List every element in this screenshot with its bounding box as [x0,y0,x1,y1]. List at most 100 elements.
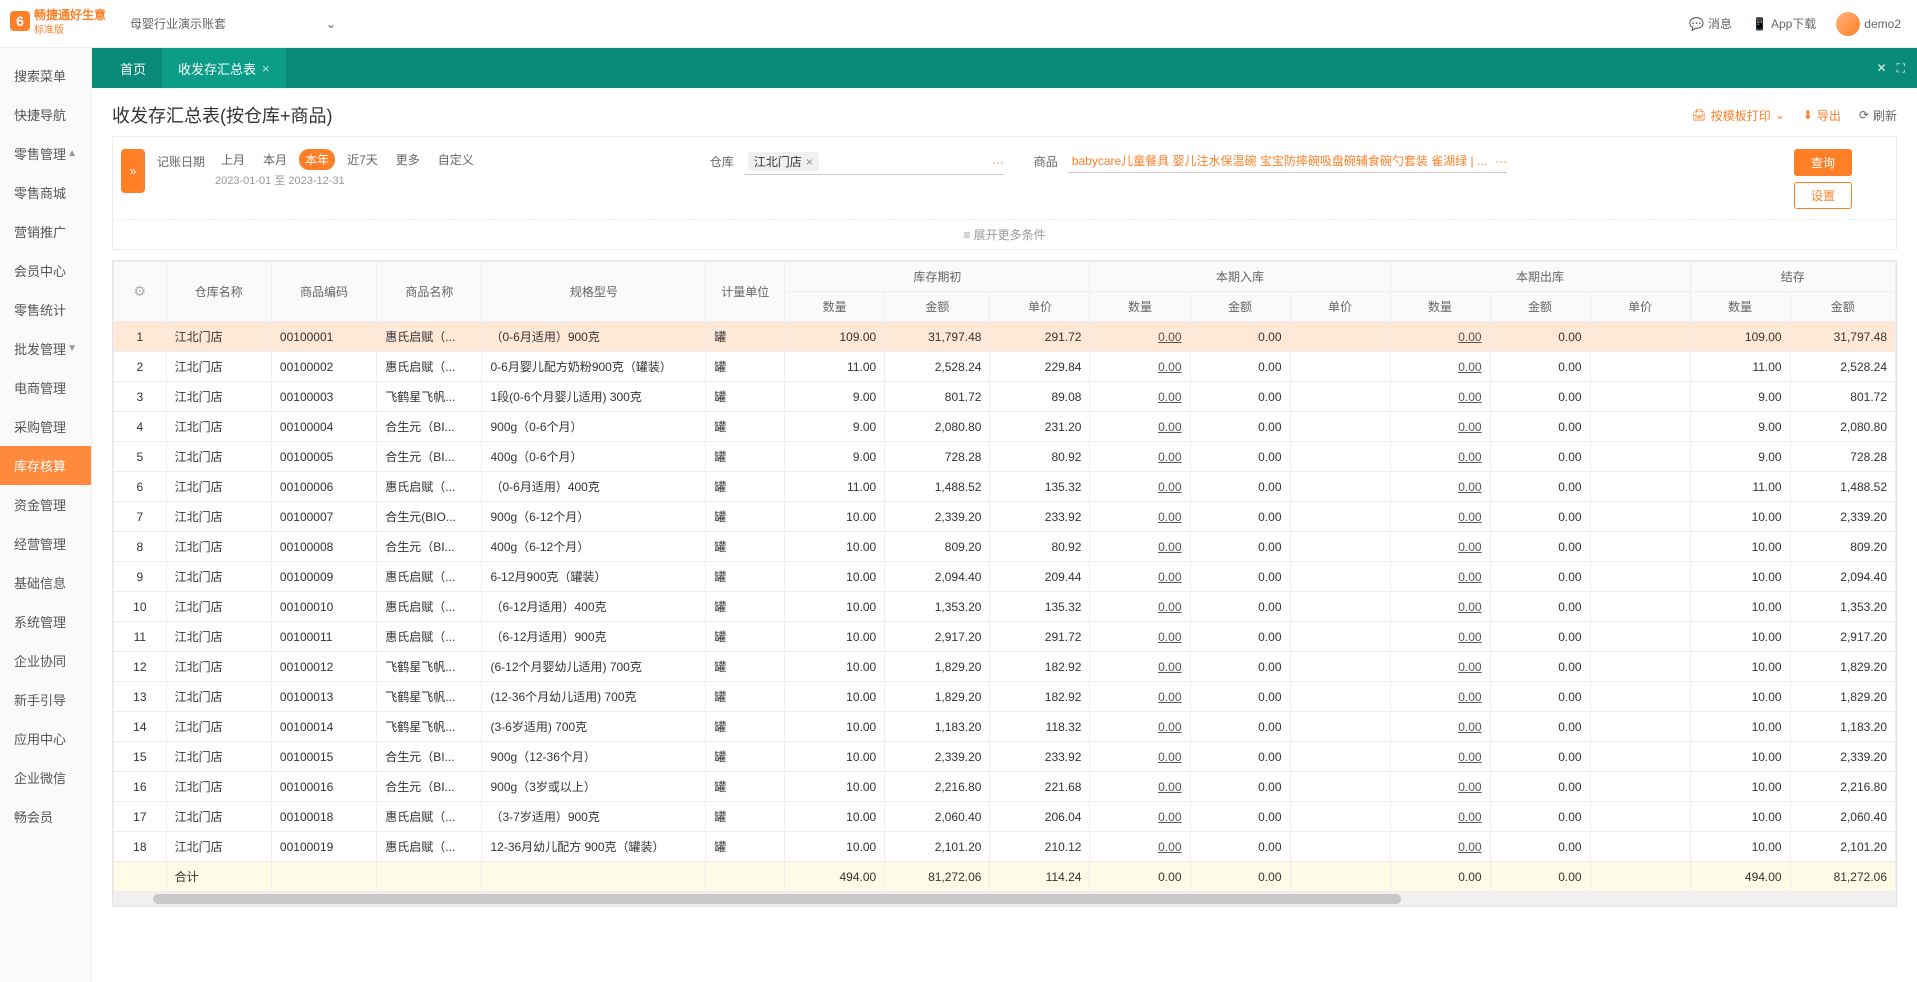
drill-link[interactable]: 0.00 [1458,630,1481,644]
sidebar-item[interactable]: 会员中心 [0,251,91,290]
drill-link[interactable]: 0.00 [1458,390,1481,404]
drill-link[interactable]: 0.00 [1458,450,1481,464]
sidebar-item[interactable]: 新手引导 [0,680,91,719]
table-row[interactable]: 14江北门店00100014飞鹤星飞帆...(3-6岁适用) 700克罐10.0… [114,712,1896,742]
sidebar-item[interactable]: 基础信息 [0,563,91,602]
warehouse-select[interactable]: 江北门店× ··· [744,149,1004,175]
drill-link[interactable]: 0.00 [1158,750,1181,764]
sidebar-item[interactable]: 经营管理 [0,524,91,563]
drill-link[interactable]: 0.00 [1158,630,1181,644]
drill-link[interactable]: 0.00 [1158,480,1181,494]
drill-link[interactable]: 0.00 [1158,390,1181,404]
sidebar-item[interactable]: 系统管理 [0,602,91,641]
drill-link[interactable]: 0.00 [1458,510,1481,524]
date-option[interactable]: 上月 [215,149,251,170]
drill-link[interactable]: 0.00 [1458,540,1481,554]
export-button[interactable]: ⬇导出 [1803,107,1841,124]
drill-link[interactable]: 0.00 [1158,330,1181,344]
drill-link[interactable]: 0.00 [1458,690,1481,704]
collapse-filters-handle[interactable]: » [121,149,145,193]
table-row[interactable]: 18江北门店00100019惠氏启赋（...12-36月幼儿配方 900克（罐装… [114,832,1896,862]
drill-link[interactable]: 0.00 [1158,600,1181,614]
drill-link[interactable]: 0.00 [1158,660,1181,674]
more-icon[interactable]: ··· [1495,154,1507,168]
sidebar-item[interactable]: 库存核算 [0,446,91,485]
close-icon[interactable]: × [262,61,270,76]
date-option[interactable]: 本年 [299,149,335,170]
user-menu[interactable]: demo2 [1836,12,1901,36]
drill-link[interactable]: 0.00 [1158,360,1181,374]
settings-button[interactable]: 设置 [1794,182,1852,209]
remove-chip-icon[interactable]: × [806,155,813,169]
drill-link[interactable]: 0.00 [1458,780,1481,794]
sidebar-item[interactable]: 快捷导航 [0,95,91,134]
sidebar-item[interactable]: 应用中心 [0,719,91,758]
search-button[interactable]: 查询 [1794,149,1852,176]
table-row[interactable]: 6江北门店00100006惠氏启赋（...（0-6月适用）400克罐11.001… [114,472,1896,502]
drill-link[interactable]: 0.00 [1458,360,1481,374]
sidebar-item[interactable]: 采购管理 [0,407,91,446]
sidebar-item[interactable]: 畅会员 [0,797,91,836]
horizontal-scrollbar[interactable] [113,892,1896,906]
table-row[interactable]: 15江北门店00100015合生元（BI...900g（12-36个月）罐10.… [114,742,1896,772]
sidebar-item[interactable]: 企业协同 [0,641,91,680]
drill-link[interactable]: 0.00 [1458,720,1481,734]
drill-link[interactable]: 0.00 [1158,690,1181,704]
drill-link[interactable]: 0.00 [1458,600,1481,614]
table-row[interactable]: 16江北门店00100016合生元（BI...900g（3岁或以上）罐10.00… [114,772,1896,802]
drill-link[interactable]: 0.00 [1158,510,1181,524]
scrollbar-thumb[interactable] [153,894,1401,904]
date-option[interactable]: 更多 [390,149,426,170]
messages-link[interactable]: 💬消息 [1689,15,1732,32]
table-row[interactable]: 7江北门店00100007合生元(BIO...900g（6-12个月）罐10.0… [114,502,1896,532]
account-set-dropdown[interactable]: 母婴行业演示账套 ⌄ [130,15,336,32]
drill-link[interactable]: 0.00 [1158,450,1181,464]
goods-select[interactable]: babycare儿童餐具 婴儿注水保温碗 宝宝防摔碗吸盘碗辅食碗勺套装 雀湖绿 … [1068,149,1507,173]
drill-link[interactable]: 0.00 [1458,420,1481,434]
drill-link[interactable]: 0.00 [1458,840,1481,854]
table-row[interactable]: 11江北门店00100011惠氏启赋（...（6-12月适用）900克罐10.0… [114,622,1896,652]
sidebar-item[interactable]: 批发管理▼ [0,329,91,368]
table-row[interactable]: 10江北门店00100010惠氏启赋（...（6-12月适用）400克罐10.0… [114,592,1896,622]
table-row[interactable]: 9江北门店00100009惠氏启赋（...6-12月900克（罐装）罐10.00… [114,562,1896,592]
col-gear[interactable]: ⚙ [114,262,167,322]
drill-link[interactable]: 0.00 [1158,720,1181,734]
sidebar-item[interactable]: 资金管理 [0,485,91,524]
sidebar-item[interactable]: 零售管理▲ [0,134,91,173]
drill-link[interactable]: 0.00 [1158,810,1181,824]
table-row[interactable]: 5江北门店00100005合生元（BI...400g（0-6个月）罐9.0072… [114,442,1896,472]
drill-link[interactable]: 0.00 [1458,480,1481,494]
sidebar-item[interactable]: 零售统计 [0,290,91,329]
sidebar-item[interactable]: 搜索菜单 [0,56,91,95]
table-row[interactable]: 12江北门店00100012飞鹤星飞帆...(6-12个月婴幼儿适用) 700克… [114,652,1896,682]
tab-home[interactable]: 首页 [104,48,162,88]
close-all-icon[interactable]: ✕ [1877,61,1887,76]
sidebar-item[interactable]: 零售商城 [0,173,91,212]
drill-link[interactable]: 0.00 [1158,540,1181,554]
fullscreen-icon[interactable]: ⛶ [1897,61,1905,76]
drill-link[interactable]: 0.00 [1158,780,1181,794]
sidebar-item[interactable]: 电商管理 [0,368,91,407]
table-row[interactable]: 8江北门店00100008合生元（BI...400g（6-12个月）罐10.00… [114,532,1896,562]
date-option[interactable]: 自定义 [432,149,480,170]
print-button[interactable]: 🖨按模板打印 ⌄ [1692,107,1785,124]
table-row[interactable]: 17江北门店00100018惠氏启赋（...（3-7岁适用）900克罐10.00… [114,802,1896,832]
table-row[interactable]: 2江北门店00100002惠氏启赋（...0-6月婴儿配方奶粉900克（罐装）罐… [114,352,1896,382]
refresh-button[interactable]: ⟳刷新 [1859,107,1897,124]
drill-link[interactable]: 0.00 [1458,330,1481,344]
table-row[interactable]: 4江北门店00100004合生元（BI...900g（0-6个月）罐9.002,… [114,412,1896,442]
table-row[interactable]: 3江北门店00100003飞鹤星飞帆...1段(0-6个月婴儿适用) 300克罐… [114,382,1896,412]
tab-report[interactable]: 收发存汇总表 × [162,48,286,88]
drill-link[interactable]: 0.00 [1458,810,1481,824]
drill-link[interactable]: 0.00 [1158,840,1181,854]
drill-link[interactable]: 0.00 [1158,570,1181,584]
expand-more-filters[interactable]: ≡ 展开更多条件 [113,219,1896,249]
table-row[interactable]: 13江北门店00100013飞鹤星飞帆...(12-36个月幼儿适用) 700克… [114,682,1896,712]
sidebar-item[interactable]: 企业微信 [0,758,91,797]
more-icon[interactable]: ··· [992,155,1004,169]
date-option[interactable]: 本月 [257,149,293,170]
drill-link[interactable]: 0.00 [1458,750,1481,764]
drill-link[interactable]: 0.00 [1158,420,1181,434]
date-option[interactable]: 近7天 [341,149,384,170]
drill-link[interactable]: 0.00 [1458,570,1481,584]
